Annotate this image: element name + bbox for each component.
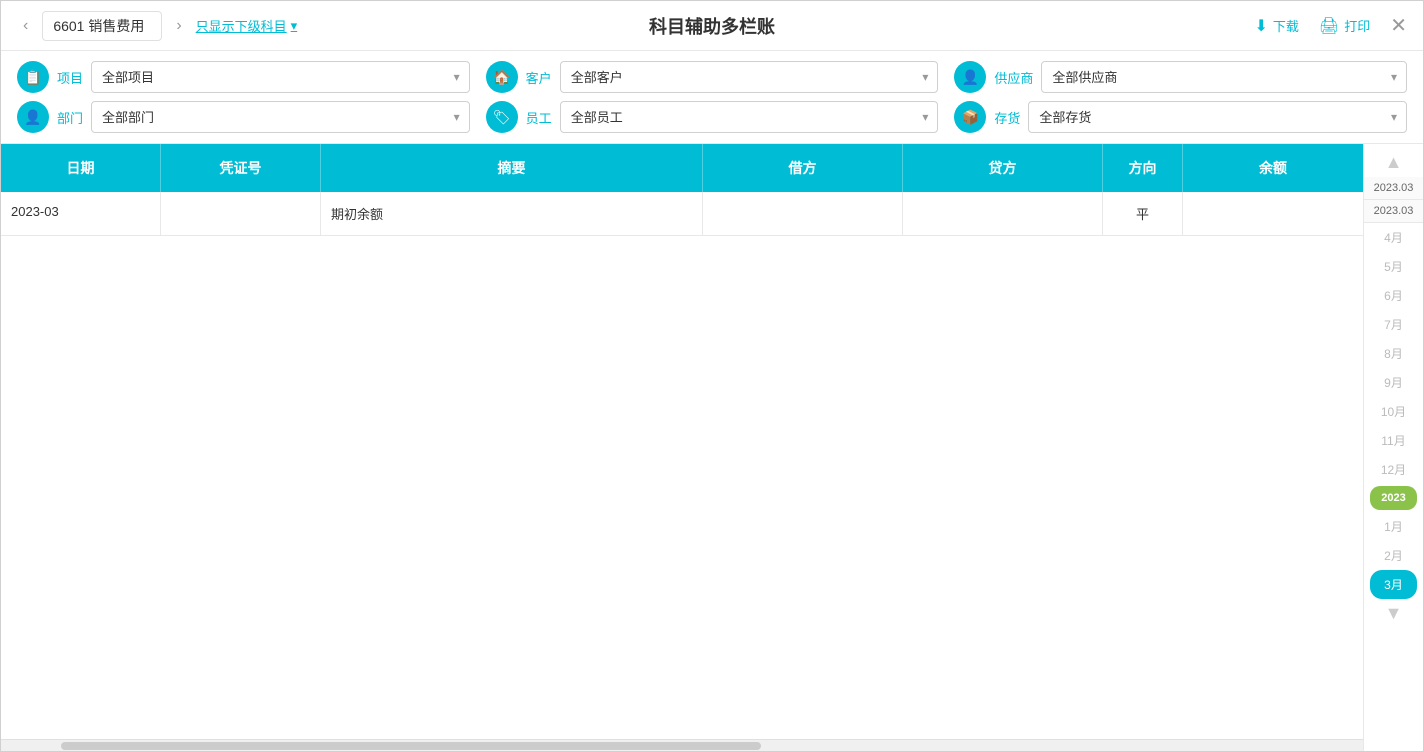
employee-select[interactable]: 全部员工	[560, 101, 939, 133]
timeline-month-12[interactable]: 12月	[1364, 455, 1423, 484]
inventory-label: 存货	[994, 108, 1020, 127]
timeline-month-2[interactable]: 2月	[1364, 541, 1423, 570]
customer-label: 客户	[526, 68, 552, 87]
employee-select-wrapper: 全部员工 ▾	[560, 101, 939, 133]
project-select[interactable]: 全部项目	[91, 61, 470, 93]
scrollbar-thumb[interactable]	[61, 742, 761, 750]
filter-area: 📋 项目 全部项目 ▾ 🏠 客户 全部客户 ▾	[1, 51, 1423, 144]
department-label: 部门	[57, 108, 83, 127]
cell-date: 2023-03	[1, 192, 161, 235]
filter-item-employee: 🏷 员工 全部员工 ▾	[486, 101, 939, 133]
filter-row-1: 📋 项目 全部项目 ▾ 🏠 客户 全部客户 ▾	[17, 61, 1407, 93]
horizontal-scrollbar[interactable]	[1, 739, 1363, 751]
print-label: 打印	[1344, 16, 1370, 35]
customer-icon: 🏠	[486, 61, 518, 93]
inventory-select-wrapper: 全部存货 ▾	[1028, 101, 1407, 133]
show-sub-text: 只显示下级科目	[196, 16, 287, 35]
timeline-month-10[interactable]: 10月	[1364, 397, 1423, 426]
col-header-credit: 贷方	[903, 144, 1103, 192]
table-header: 日期 凭证号 摘要 借方 贷方 方向 余额	[1, 144, 1363, 192]
cell-voucher	[161, 192, 321, 235]
page-title: 科目辅助多栏账	[649, 13, 775, 39]
timeline-month-6[interactable]: 6月	[1364, 281, 1423, 310]
close-button[interactable]: ✕	[1390, 13, 1407, 38]
download-button[interactable]: ⬇ 下载	[1254, 16, 1298, 36]
timeline-header-2[interactable]: 2023.03	[1364, 200, 1423, 223]
employee-icon: 🏷	[486, 101, 518, 133]
timeline-month-5[interactable]: 5月	[1364, 252, 1423, 281]
timeline-month-4[interactable]: 4月	[1364, 223, 1423, 252]
show-sub-toggle[interactable]: 只显示下级科目 ▾	[196, 16, 298, 35]
col-header-summary: 摘要	[321, 144, 703, 192]
col-header-date: 日期	[1, 144, 161, 192]
project-icon: 📋	[17, 61, 49, 93]
timeline-header-1[interactable]: 2023.03	[1364, 177, 1423, 200]
nav-next-button[interactable]: ›	[170, 15, 187, 37]
filter-item-supplier: 👤 供应商 全部供应商 ▾	[954, 61, 1407, 93]
filter-item-department: 👤 部门 全部部门 ▾	[17, 101, 470, 133]
account-code-display[interactable]: 6601 销售费用	[42, 11, 162, 41]
print-icon: 🖨	[1319, 16, 1339, 36]
employee-label: 员工	[526, 108, 552, 127]
supplier-select-wrapper: 全部供应商 ▾	[1041, 61, 1407, 93]
filter-item-inventory: 📦 存货 全部存货 ▾	[954, 101, 1407, 133]
nav-prev-button[interactable]: ‹	[17, 15, 34, 37]
timeline-month-3[interactable]: 3月	[1370, 570, 1417, 599]
department-icon: 👤	[17, 101, 49, 133]
print-button[interactable]: 🖨 打印	[1319, 16, 1370, 36]
cell-summary: 期初余额	[321, 192, 703, 235]
main-content: 日期 凭证号 摘要 借方 贷方 方向 余额 2023-03 期初余额 平	[1, 144, 1423, 751]
timeline-year-2023[interactable]: 2023	[1370, 486, 1417, 510]
department-select[interactable]: 全部部门	[91, 101, 470, 133]
title-bar-right: ⬇ 下载 🖨 打印 ✕	[1254, 13, 1407, 38]
project-label: 项目	[57, 68, 83, 87]
filter-item-customer: 🏠 客户 全部客户 ▾	[486, 61, 939, 93]
download-icon: ⬇	[1254, 16, 1267, 36]
cell-direction: 平	[1103, 192, 1183, 235]
timeline-month-1[interactable]: 1月	[1364, 512, 1423, 541]
table-area: 日期 凭证号 摘要 借方 贷方 方向 余额 2023-03 期初余额 平	[1, 144, 1363, 751]
timeline-month-7[interactable]: 7月	[1364, 310, 1423, 339]
col-header-balance: 余额	[1183, 144, 1363, 192]
table-body: 2023-03 期初余额 平	[1, 192, 1363, 739]
supplier-select[interactable]: 全部供应商	[1041, 61, 1407, 93]
timeline-month-8[interactable]: 8月	[1364, 339, 1423, 368]
col-header-direction: 方向	[1103, 144, 1183, 192]
download-label: 下载	[1273, 16, 1299, 35]
customer-select-wrapper: 全部客户 ▾	[560, 61, 939, 93]
timeline-down-button[interactable]: ▼	[1364, 599, 1423, 628]
department-select-wrapper: 全部部门 ▾	[91, 101, 470, 133]
cell-balance	[1183, 192, 1363, 235]
timeline-month-11[interactable]: 11月	[1364, 426, 1423, 455]
col-header-voucher: 凭证号	[161, 144, 321, 192]
supplier-label: 供应商	[994, 68, 1033, 87]
inventory-select[interactable]: 全部存货	[1028, 101, 1407, 133]
col-header-debit: 借方	[703, 144, 903, 192]
inventory-icon: 📦	[954, 101, 986, 133]
main-window: ‹ 6601 销售费用 › 只显示下级科目 ▾ 科目辅助多栏账 ⬇ 下载 🖨 打…	[0, 0, 1424, 752]
timeline-month-9[interactable]: 9月	[1364, 368, 1423, 397]
timeline-sidebar: ▲ 2023.03 2023.03 4月 5月 6月 7月 8月 9月 10月 …	[1363, 144, 1423, 751]
filter-row-2: 👤 部门 全部部门 ▾ 🏷 员工 全部员工 ▾	[17, 101, 1407, 133]
project-select-wrapper: 全部项目 ▾	[91, 61, 470, 93]
cell-credit	[903, 192, 1103, 235]
show-sub-arrow-icon: ▾	[291, 18, 298, 34]
customer-select[interactable]: 全部客户	[560, 61, 939, 93]
table-row[interactable]: 2023-03 期初余额 平	[1, 192, 1363, 236]
cell-debit	[703, 192, 903, 235]
filter-item-project: 📋 项目 全部项目 ▾	[17, 61, 470, 93]
supplier-icon: 👤	[954, 61, 986, 93]
title-bar: ‹ 6601 销售费用 › 只显示下级科目 ▾ 科目辅助多栏账 ⬇ 下载 🖨 打…	[1, 1, 1423, 51]
title-bar-left: ‹ 6601 销售费用 › 只显示下级科目 ▾	[17, 11, 297, 41]
timeline-up-button[interactable]: ▲	[1364, 148, 1423, 177]
